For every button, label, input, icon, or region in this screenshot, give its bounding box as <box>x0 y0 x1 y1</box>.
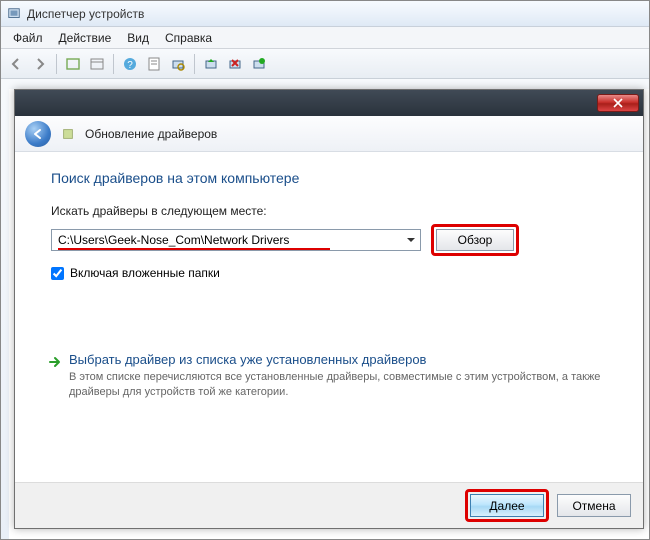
menubar: Файл Действие Вид Справка <box>1 27 649 49</box>
close-icon <box>613 98 623 108</box>
uninstall-button[interactable] <box>224 53 246 75</box>
pick-from-list-title: Выбрать драйвер из списка уже установлен… <box>69 352 609 367</box>
menu-action[interactable]: Действие <box>53 29 118 47</box>
help-button[interactable]: ? <box>119 53 141 75</box>
page-title: Поиск драйверов на этом компьютере <box>51 170 607 186</box>
driver-icon <box>61 127 75 141</box>
include-subfolders-label: Включая вложенные папки <box>70 266 220 280</box>
menu-help[interactable]: Справка <box>159 29 218 47</box>
include-subfolders-checkbox[interactable] <box>51 267 64 280</box>
browse-button[interactable]: Обзор <box>436 229 514 251</box>
next-button[interactable]: Далее <box>470 494 544 517</box>
client-area: Обновление драйверов Поиск драйверов на … <box>9 89 649 539</box>
toolbar-separator <box>194 54 195 74</box>
update-driver-wizard: Обновление драйверов Поиск драйверов на … <box>14 89 644 529</box>
arrow-left-icon <box>31 127 45 141</box>
wizard-titlebar <box>15 90 643 116</box>
toolbar-separator <box>113 54 114 74</box>
menu-file[interactable]: Файл <box>7 29 49 47</box>
path-combobox[interactable]: C:\Users\Geek-Nose_Com\Network Drivers <box>51 229 421 251</box>
path-row: C:\Users\Geek-Nose_Com\Network Drivers О… <box>51 224 607 256</box>
properties-button[interactable] <box>143 53 165 75</box>
include-subfolders-row[interactable]: Включая вложенные папки <box>51 266 607 280</box>
toolbar-separator <box>56 54 57 74</box>
update-driver-button[interactable] <box>200 53 222 75</box>
svg-text:?: ? <box>127 60 133 71</box>
search-location-label: Искать драйверы в следующем месте: <box>51 204 607 218</box>
toolbar: ? <box>1 49 649 79</box>
highlight-underline <box>58 248 330 250</box>
nav-back-button[interactable] <box>5 53 27 75</box>
show-hidden-button[interactable] <box>62 53 84 75</box>
back-button[interactable] <box>25 121 51 147</box>
wizard-body: Поиск драйверов на этом компьютере Искат… <box>15 152 643 482</box>
disable-button[interactable] <box>248 53 270 75</box>
scan-button[interactable] <box>167 53 189 75</box>
wizard-header: Обновление драйверов <box>15 116 643 152</box>
toolbar-button[interactable] <box>86 53 108 75</box>
menu-view[interactable]: Вид <box>121 29 155 47</box>
wizard-title: Обновление драйверов <box>85 127 217 141</box>
close-button[interactable] <box>597 94 639 112</box>
titlebar: Диспетчер устройств <box>1 1 649 27</box>
highlight-box: Далее <box>465 489 549 522</box>
cancel-button[interactable]: Отмена <box>557 494 631 517</box>
pick-from-list-option[interactable]: Выбрать драйвер из списка уже установлен… <box>69 352 609 400</box>
wizard-footer: Далее Отмена <box>15 482 643 528</box>
arrow-right-icon <box>47 354 63 370</box>
pick-from-list-desc: В этом списке перечисляются все установл… <box>69 370 609 400</box>
nav-forward-button[interactable] <box>29 53 51 75</box>
window-title: Диспетчер устройств <box>27 7 144 21</box>
device-manager-icon <box>7 7 21 21</box>
highlight-box: Обзор <box>431 224 519 256</box>
path-value: C:\Users\Geek-Nose_Com\Network Drivers <box>58 233 289 247</box>
device-manager-window: Диспетчер устройств Файл Действие Вид Сп… <box>0 0 650 540</box>
